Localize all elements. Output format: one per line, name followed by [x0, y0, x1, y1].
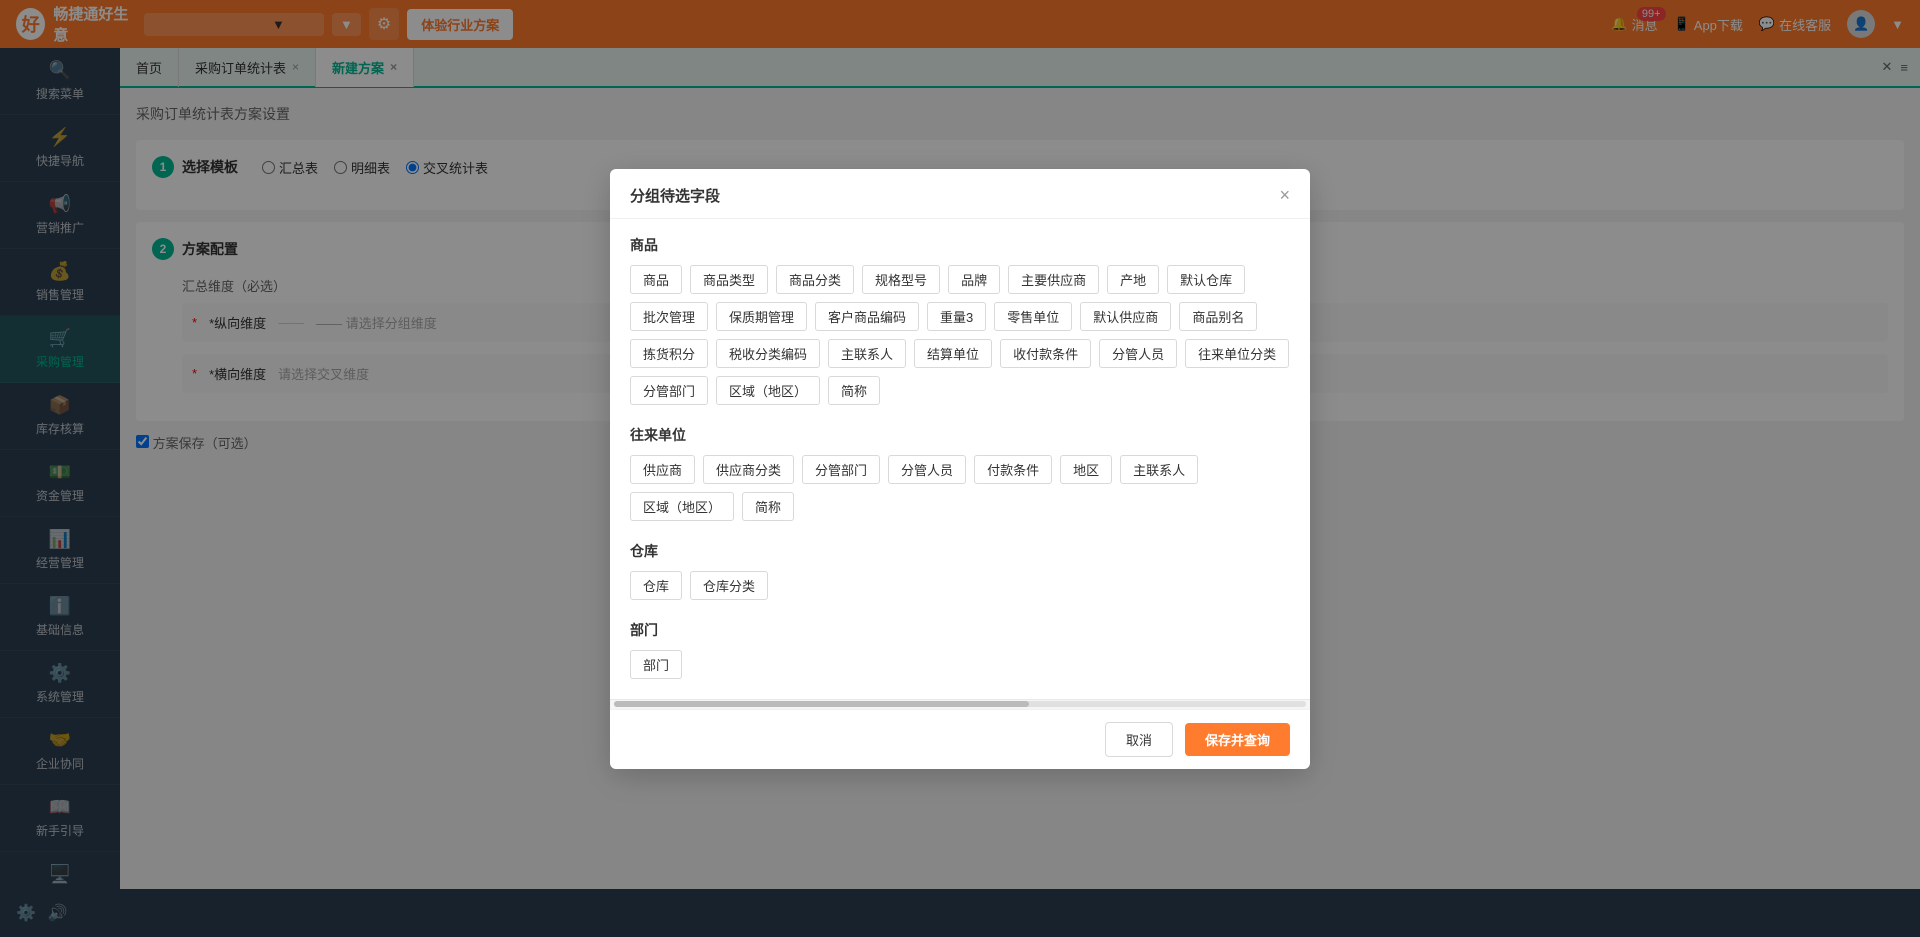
section-partner: 往来单位 供应商 供应商分类 分管部门 分管人员 付款条件 地区 主联系人 区域…	[630, 425, 1290, 521]
field-tag[interactable]: 简称	[828, 376, 880, 405]
section-warehouse-title: 仓库	[630, 541, 1290, 561]
field-tag[interactable]: 零售单位	[994, 302, 1072, 331]
field-tag[interactable]: 保质期管理	[716, 302, 807, 331]
section-dept-title: 部门	[630, 620, 1290, 640]
save-button[interactable]: 保存并查询	[1185, 723, 1290, 756]
section-partner-title: 往来单位	[630, 425, 1290, 445]
modal-close-btn[interactable]: ×	[1279, 185, 1290, 206]
field-tag[interactable]: 主联系人	[1120, 455, 1198, 484]
field-tag[interactable]: 品牌	[948, 265, 1000, 294]
field-tag[interactable]: 商品	[630, 265, 682, 294]
field-tag[interactable]: 商品别名	[1179, 302, 1257, 331]
field-tag[interactable]: 仓库	[630, 571, 682, 600]
field-tag[interactable]: 仓库分类	[690, 571, 768, 600]
field-tag[interactable]: 重量3	[927, 302, 986, 331]
field-tag[interactable]: 分管人员	[1099, 339, 1177, 368]
field-tag[interactable]: 拣货积分	[630, 339, 708, 368]
modal-hscroll	[610, 699, 1310, 709]
section-warehouse: 仓库 仓库 仓库分类	[630, 541, 1290, 600]
modal-title: 分组待选字段	[630, 185, 720, 206]
field-tag[interactable]: 分管部门	[630, 376, 708, 405]
modal-overlay: 分组待选字段 × 商品 商品 商品类型 商品分类 规格型号 品牌 主要供应商 产…	[0, 0, 1920, 937]
modal-header: 分组待选字段 ×	[610, 169, 1310, 219]
cancel-button[interactable]: 取消	[1105, 722, 1173, 757]
field-tag[interactable]: 批次管理	[630, 302, 708, 331]
field-tag[interactable]: 付款条件	[974, 455, 1052, 484]
modal-footer: 取消 保存并查询	[610, 709, 1310, 769]
field-tag[interactable]: 客户商品编码	[815, 302, 919, 331]
field-tag[interactable]: 往来单位分类	[1185, 339, 1289, 368]
field-tag[interactable]: 商品类型	[690, 265, 768, 294]
field-tag[interactable]: 部门	[630, 650, 682, 679]
modal: 分组待选字段 × 商品 商品 商品类型 商品分类 规格型号 品牌 主要供应商 产…	[610, 169, 1310, 769]
field-tag[interactable]: 供应商分类	[703, 455, 794, 484]
section-product-fields: 商品 商品类型 商品分类 规格型号 品牌 主要供应商 产地 默认仓库 批次管理 …	[630, 265, 1290, 405]
field-tag[interactable]: 产地	[1107, 265, 1159, 294]
section-dept: 部门 部门	[630, 620, 1290, 679]
section-partner-fields: 供应商 供应商分类 分管部门 分管人员 付款条件 地区 主联系人 区域（地区） …	[630, 455, 1290, 521]
field-tag[interactable]: 分管人员	[888, 455, 966, 484]
field-tag[interactable]: 默认供应商	[1080, 302, 1171, 331]
section-warehouse-fields: 仓库 仓库分类	[630, 571, 1290, 600]
section-product-title: 商品	[630, 235, 1290, 255]
modal-body: 商品 商品 商品类型 商品分类 规格型号 品牌 主要供应商 产地 默认仓库 批次…	[610, 219, 1310, 699]
field-tag[interactable]: 税收分类编码	[716, 339, 820, 368]
field-tag[interactable]: 区域（地区）	[716, 376, 820, 405]
section-product: 商品 商品 商品类型 商品分类 规格型号 品牌 主要供应商 产地 默认仓库 批次…	[630, 235, 1290, 405]
field-tag[interactable]: 简称	[742, 492, 794, 521]
field-tag[interactable]: 供应商	[630, 455, 695, 484]
field-tag[interactable]: 地区	[1060, 455, 1112, 484]
section-dept-fields: 部门	[630, 650, 1290, 679]
field-tag[interactable]: 结算单位	[914, 339, 992, 368]
field-tag[interactable]: 规格型号	[862, 265, 940, 294]
hscroll-thumb[interactable]	[614, 701, 1029, 707]
hscroll-track[interactable]	[614, 701, 1306, 707]
field-tag[interactable]: 收付款条件	[1000, 339, 1091, 368]
field-tag[interactable]: 分管部门	[802, 455, 880, 484]
field-tag[interactable]: 商品分类	[776, 265, 854, 294]
field-tag[interactable]: 区域（地区）	[630, 492, 734, 521]
field-tag[interactable]: 主联系人	[828, 339, 906, 368]
field-tag[interactable]: 主要供应商	[1008, 265, 1099, 294]
field-tag[interactable]: 默认仓库	[1167, 265, 1245, 294]
